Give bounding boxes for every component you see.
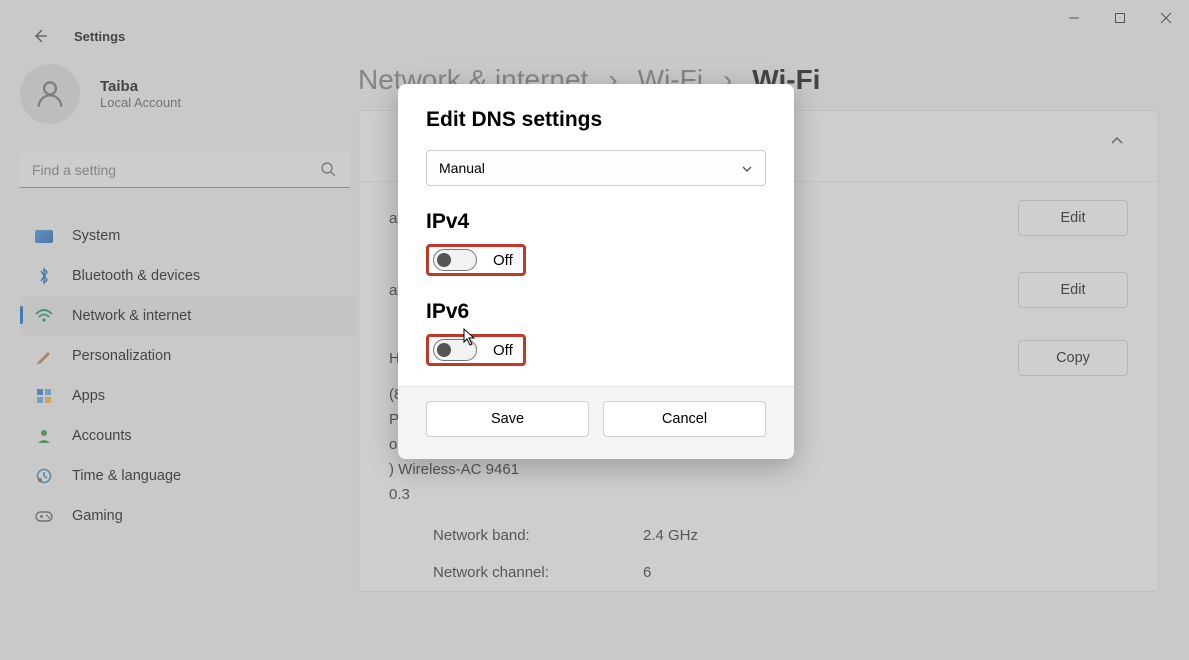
save-button[interactable]: Save bbox=[426, 401, 589, 437]
ipv4-toggle[interactable] bbox=[433, 249, 477, 271]
ipv4-toggle-highlight: Off bbox=[426, 244, 526, 276]
ipv6-label: IPv6 bbox=[426, 300, 766, 324]
ipv4-label: IPv4 bbox=[426, 210, 766, 234]
cursor-icon bbox=[463, 328, 477, 351]
dropdown-value: Manual bbox=[439, 160, 485, 176]
ipv4-toggle-state: Off bbox=[493, 252, 513, 269]
chevron-down-icon bbox=[741, 160, 753, 176]
dns-mode-dropdown[interactable]: Manual bbox=[426, 150, 766, 186]
cancel-button[interactable]: Cancel bbox=[603, 401, 766, 437]
edit-dns-dialog: Edit DNS settings Manual IPv4 Off IPv6 O… bbox=[398, 84, 794, 459]
ipv6-toggle-state: Off bbox=[493, 342, 513, 359]
dialog-title: Edit DNS settings bbox=[426, 108, 766, 132]
